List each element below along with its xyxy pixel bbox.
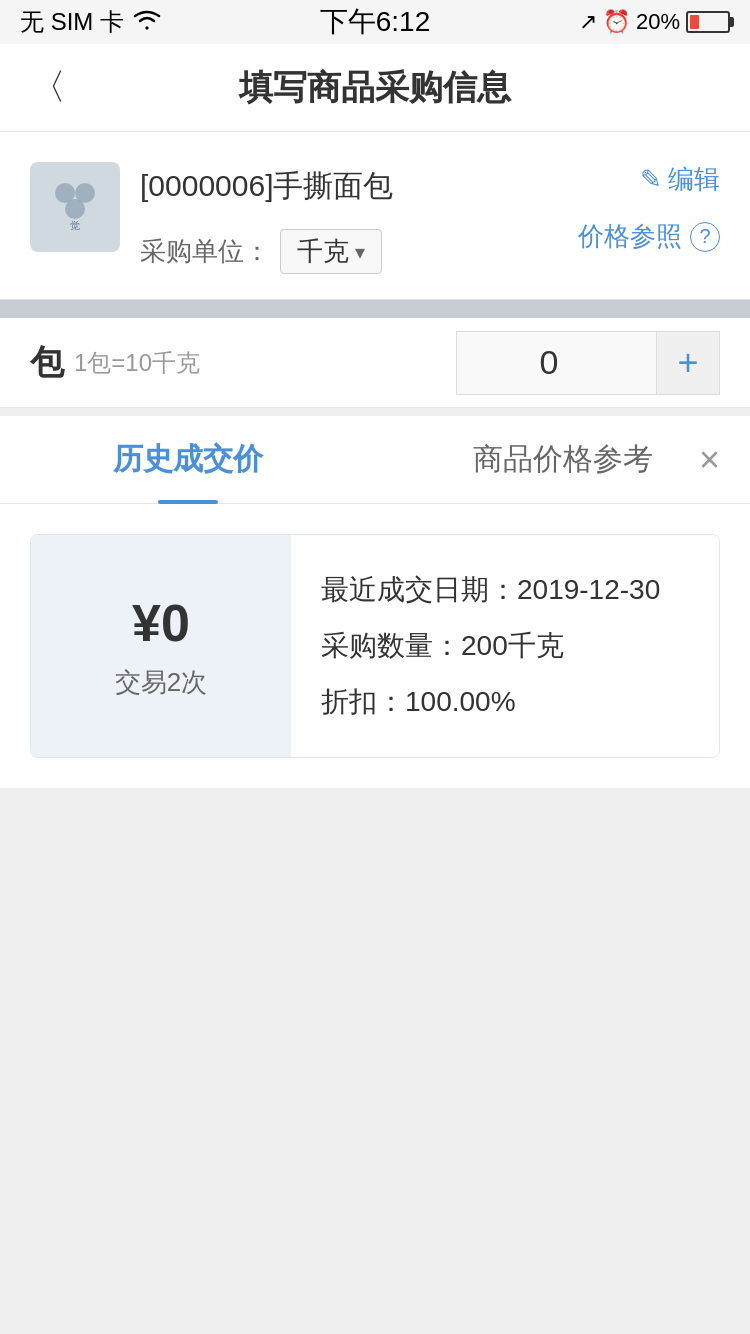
status-left: 无 SIM 卡	[20, 6, 162, 38]
price-ref-button[interactable]: 价格参照 ?	[578, 219, 720, 254]
product-card: 觉 [0000006]手撕面包 采购单位： 千克 ▾ ✎ 编辑	[0, 132, 750, 300]
battery-icon	[686, 11, 730, 33]
help-icon: ?	[690, 222, 720, 252]
quantity-plus-button[interactable]: +	[656, 331, 720, 395]
quantity-value: 200千克	[461, 630, 564, 661]
discount-value: 100.00%	[405, 686, 516, 717]
history-latest-date-row: 最近成交日期：2019-12-30	[321, 571, 689, 609]
nav-bar: 〈 填写商品采购信息	[0, 44, 750, 132]
latest-date-label: 最近成交日期：	[321, 574, 517, 605]
tabs-close-button[interactable]: ×	[699, 439, 720, 481]
quantity-hint: 1包=10千克	[74, 347, 200, 379]
product-thumbnail-icon: 觉	[45, 173, 105, 242]
location-icon: ↗	[579, 9, 597, 35]
price-ref-label: 价格参照	[578, 219, 682, 254]
history-discount-row: 折扣：100.00%	[321, 683, 689, 721]
edit-icon: ✎	[640, 164, 662, 195]
section-divider	[0, 300, 750, 318]
edit-button[interactable]: ✎ 编辑	[640, 162, 720, 197]
unit-label: 采购单位：	[140, 234, 270, 269]
battery-percentage: 20%	[636, 9, 680, 35]
alarm-icon: ⏰	[603, 9, 630, 35]
unit-value: 千克	[297, 234, 349, 269]
history-times: 交易2次	[115, 665, 207, 700]
discount-label: 折扣：	[321, 686, 405, 717]
tabs-panel: 历史成交价 商品价格参考 × ¥0 交易2次 最近成交日期：2019-12-30…	[0, 416, 750, 788]
status-right: ↗ ⏰ 20%	[579, 9, 730, 35]
product-unit-row: 采购单位： 千克 ▾	[140, 229, 393, 274]
history-card-left: ¥0 交易2次	[31, 535, 291, 757]
history-price: ¥0	[132, 593, 190, 653]
svg-point-2	[65, 199, 85, 219]
quantity-label-text: 采购数量：	[321, 630, 461, 661]
product-thumbnail: 觉	[30, 162, 120, 252]
status-bar: 无 SIM 卡 下午6:12 ↗ ⏰ 20%	[0, 0, 750, 44]
tabs-header: 历史成交价 商品价格参考 ×	[0, 416, 750, 504]
svg-text:觉: 觉	[70, 220, 80, 231]
unit-select-arrow: ▾	[355, 240, 365, 264]
unit-select[interactable]: 千克 ▾	[280, 229, 382, 274]
product-name: [0000006]手撕面包	[140, 166, 393, 207]
quantity-input[interactable]	[456, 331, 656, 395]
quantity-unit: 包	[30, 340, 64, 386]
back-button[interactable]: 〈	[30, 63, 66, 112]
history-card-right: 最近成交日期：2019-12-30 采购数量：200千克 折扣：100.00%	[291, 535, 719, 757]
quantity-control: +	[456, 331, 720, 395]
sim-label: 无 SIM 卡	[20, 6, 124, 38]
quantity-label: 包 1包=10千克	[30, 340, 200, 386]
history-quantity-row: 采购数量：200千克	[321, 627, 689, 665]
latest-date-value: 2019-12-30	[517, 574, 660, 605]
page-title: 填写商品采购信息	[239, 65, 511, 111]
tab-history-price[interactable]: 历史成交价	[0, 416, 375, 504]
wifi-icon	[132, 8, 162, 36]
history-card: ¥0 交易2次 最近成交日期：2019-12-30 采购数量：200千克 折扣：…	[30, 534, 720, 758]
tab-price-reference[interactable]: 商品价格参考	[375, 416, 750, 504]
status-time: 下午6:12	[320, 3, 431, 41]
quantity-row: 包 1包=10千克 +	[0, 318, 750, 408]
tab-content: ¥0 交易2次 最近成交日期：2019-12-30 采购数量：200千克 折扣：…	[0, 504, 750, 788]
